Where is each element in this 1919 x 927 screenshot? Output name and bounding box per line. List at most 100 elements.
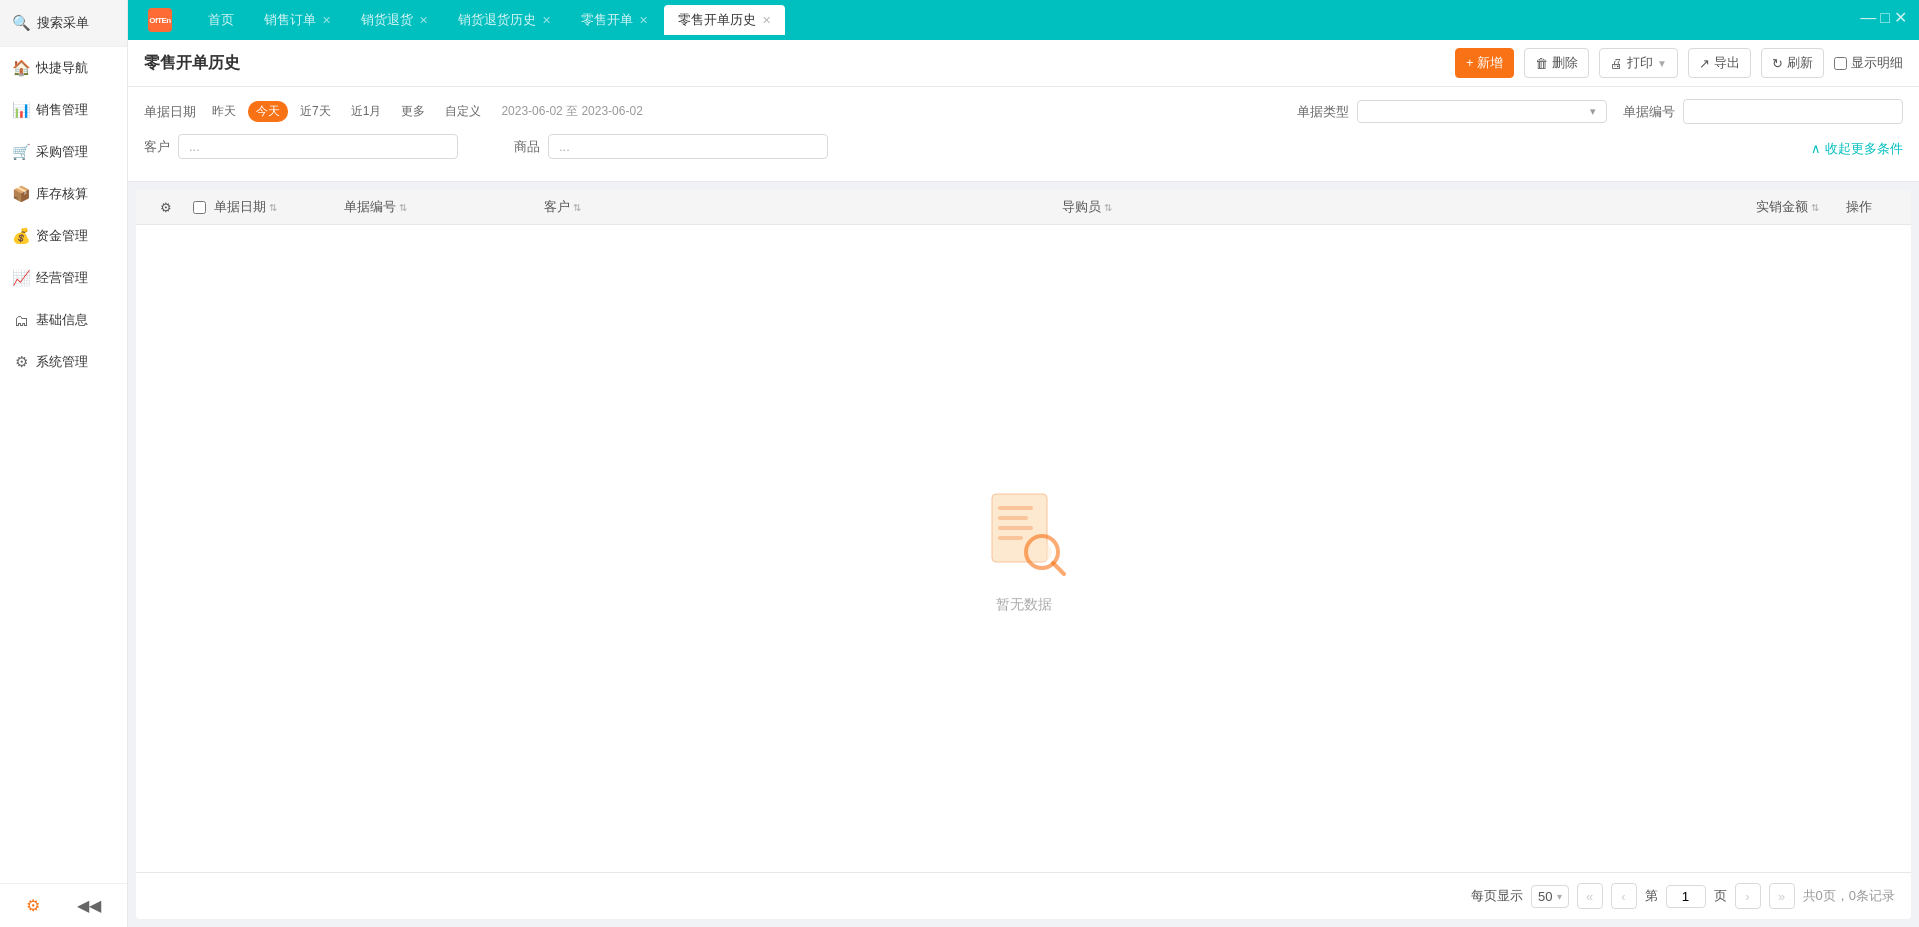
col-num-label: 单据编号	[344, 198, 396, 216]
sidebar-item-quick-nav[interactable]: 🏠 快捷导航	[0, 47, 127, 89]
col-header-amount[interactable]: 实销金额 ⇅	[1699, 198, 1819, 216]
delete-icon: 🗑	[1535, 56, 1548, 71]
tab-home-label: 首页	[208, 11, 234, 29]
doc-num-filter: 单据编号	[1623, 99, 1903, 124]
page-input[interactable]	[1666, 885, 1706, 908]
add-button[interactable]: + 新增	[1455, 48, 1514, 78]
col-header-customer[interactable]: 客户 ⇅	[544, 198, 1062, 216]
main-area: OfTEn 首页 销售订单 ✕ 销货退货 ✕ 销货退货历史 ✕ 零售开单 ✕ 零…	[128, 0, 1919, 927]
tab-close-return-goods[interactable]: ✕	[419, 14, 428, 27]
customer-filter: 客户 ...	[144, 134, 458, 159]
print-button[interactable]: 🖨 打印 ▼	[1599, 48, 1678, 78]
table-header: ⚙ 单据日期 ⇅ 单据编号 ⇅ 客户 ⇅ 导购员 ⇅ 实销金额	[136, 190, 1911, 225]
col-amount-sort-icon: ⇅	[1811, 202, 1819, 213]
export-button[interactable]: ↗ 导出	[1688, 48, 1751, 78]
col-guide-sort-icon: ⇅	[1104, 202, 1112, 213]
sidebar-item-system[interactable]: ⚙ 系统管理	[0, 341, 127, 383]
search-icon: 🔍	[12, 14, 31, 32]
display-detail-toggle[interactable]: 显示明细	[1834, 54, 1903, 72]
sidebar-item-inventory[interactable]: 📦 库存核算	[0, 173, 127, 215]
sidebar-item-label: 快捷导航	[36, 59, 88, 77]
tab-sales-order[interactable]: 销售订单 ✕	[250, 5, 345, 35]
prev-page-button[interactable]: ‹	[1611, 883, 1637, 909]
tab-return-history-label: 销货退货历史	[458, 11, 536, 29]
print-icon: 🖨	[1610, 56, 1623, 71]
delete-button[interactable]: 🗑 删除	[1524, 48, 1589, 78]
settings-bottom-icon[interactable]: ⚙	[26, 896, 40, 915]
col-amount-label: 实销金额	[1756, 198, 1808, 216]
col-header-guide[interactable]: 导购员 ⇅	[1062, 198, 1182, 216]
empty-state-illustration	[974, 484, 1074, 584]
col-header-date[interactable]: 单据日期 ⇅	[214, 198, 344, 216]
print-arrow-icon: ▼	[1657, 58, 1667, 69]
svg-rect-3	[998, 526, 1033, 530]
gear-icon: ⚙	[12, 353, 30, 371]
sidebar-item-operations[interactable]: 📈 经营管理	[0, 257, 127, 299]
customer-select[interactable]: ...	[178, 134, 458, 159]
doc-num-input[interactable]	[1683, 99, 1903, 124]
shortcut-7days[interactable]: 近7天	[292, 101, 339, 122]
sidebar-item-label: 库存核算	[36, 185, 88, 203]
tab-close-return-history[interactable]: ✕	[542, 14, 551, 27]
total-info: 共0页，0条记录	[1803, 887, 1895, 905]
tab-return-history[interactable]: 销货退货历史 ✕	[444, 5, 565, 35]
close-button[interactable]: ✕	[1894, 8, 1907, 27]
content-area: ⚙ 单据日期 ⇅ 单据编号 ⇅ 客户 ⇅ 导购员 ⇅ 实销金额	[136, 190, 1911, 919]
collapse-filter-button[interactable]: ∧ 收起更多条件	[1811, 140, 1903, 158]
shortcut-1month[interactable]: 近1月	[343, 101, 390, 122]
tab-close-retail-history[interactable]: ✕	[762, 14, 771, 27]
tab-close-retail-open[interactable]: ✕	[639, 14, 648, 27]
tab-retail-open[interactable]: 零售开单 ✕	[567, 5, 662, 35]
sidebar-search[interactable]: 🔍 搜索采单	[0, 0, 127, 47]
sidebar-item-finance[interactable]: 💰 资金管理	[0, 215, 127, 257]
doc-type-select[interactable]: ▾	[1357, 100, 1607, 123]
col-header-number[interactable]: 单据编号 ⇅	[344, 198, 544, 216]
win-controls: — □ ✕	[1848, 0, 1919, 35]
col-customer-label: 客户	[544, 198, 570, 216]
sidebar-item-label: 采购管理	[36, 143, 88, 161]
col-guide-label: 导购员	[1062, 198, 1101, 216]
customer-label: 客户	[144, 138, 170, 156]
col-date-label: 单据日期	[214, 198, 266, 216]
select-all-checkbox[interactable]	[184, 201, 214, 214]
all-checkbox-input[interactable]	[193, 201, 206, 214]
svg-rect-1	[998, 506, 1033, 510]
sidebar-item-basic-info[interactable]: 🗂 基础信息	[0, 299, 127, 341]
first-page-button[interactable]: «	[1577, 883, 1603, 909]
tab-sales-order-label: 销售订单	[264, 11, 316, 29]
brand-area: OfTEn	[136, 8, 184, 32]
filter-area: 单据日期 昨天 今天 近7天 近1月 更多 自定义 2023-06-02 至 2…	[128, 87, 1919, 182]
action-bar: 零售开单历史 + 新增 🗑 删除 🖨 打印 ▼ ↗ 导出 ↻ 刷新 显	[128, 40, 1919, 87]
display-detail-checkbox[interactable]	[1834, 57, 1847, 70]
shortcut-today[interactable]: 今天	[248, 101, 288, 122]
tab-return-goods[interactable]: 销货退货 ✕	[347, 5, 442, 35]
goods-select[interactable]: ...	[548, 134, 828, 159]
page-label: 第	[1645, 887, 1658, 905]
refresh-icon: ↻	[1772, 56, 1783, 71]
table-settings-icon[interactable]: ⚙	[148, 200, 184, 215]
svg-line-7	[1053, 563, 1064, 574]
minimize-button[interactable]: —	[1860, 9, 1876, 27]
sidebar-item-purchase-mgmt[interactable]: 🛒 采购管理	[0, 131, 127, 173]
per-page-select[interactable]: 50 ▾	[1531, 885, 1568, 908]
tab-retail-history[interactable]: 零售开单历史 ✕	[664, 5, 785, 35]
shortcut-more[interactable]: 更多	[393, 101, 433, 122]
collapse-arrow-icon: ∧	[1811, 141, 1821, 156]
sidebar-item-label: 经营管理	[36, 269, 88, 287]
shortcut-custom[interactable]: 自定义	[437, 101, 489, 122]
collapse-sidebar-icon[interactable]: ◀◀	[77, 896, 101, 915]
last-page-button[interactable]: »	[1769, 883, 1795, 909]
date-shortcuts: 昨天 今天 近7天 近1月 更多 自定义	[204, 101, 489, 122]
tab-close-sales-order[interactable]: ✕	[322, 14, 331, 27]
col-header-ops: 操作	[1819, 198, 1899, 216]
refresh-button[interactable]: ↻ 刷新	[1761, 48, 1824, 78]
box-icon: 📦	[12, 185, 30, 203]
shortcut-yesterday[interactable]: 昨天	[204, 101, 244, 122]
sidebar-item-sales-mgmt[interactable]: 📊 销售管理	[0, 89, 127, 131]
tab-home[interactable]: 首页	[194, 5, 248, 35]
maximize-button[interactable]: □	[1880, 9, 1890, 27]
next-page-button[interactable]: ›	[1735, 883, 1761, 909]
sidebar-item-label: 销售管理	[36, 101, 88, 119]
per-page-arrow-icon: ▾	[1557, 891, 1562, 902]
date-filter: 单据日期 昨天 今天 近7天 近1月 更多 自定义 2023-06-02 至 2…	[144, 101, 643, 122]
